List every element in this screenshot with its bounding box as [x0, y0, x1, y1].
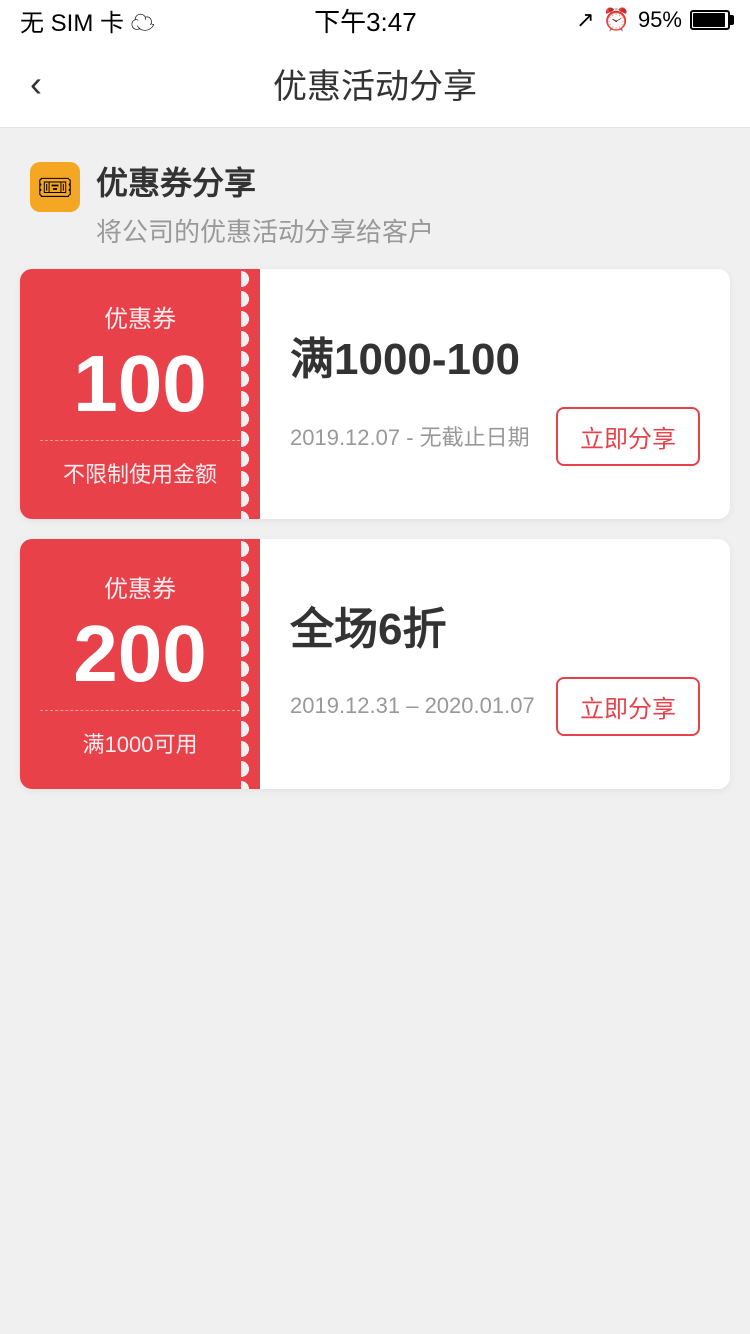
- share-button-1[interactable]: 立即分享: [556, 407, 700, 466]
- coupon-left-2: 优惠券 200 满1000可用: [20, 539, 260, 789]
- section-text: 优惠券分享 将公司的优惠活动分享给客户: [96, 158, 434, 249]
- coupon-label-2: 优惠券: [104, 569, 176, 604]
- coupon-name-2: 全场6折: [290, 593, 700, 657]
- status-bar: 无 SIM 卡 ☁ 下午3:47 ↗ ⏰ 95%: [0, 0, 750, 40]
- section-subtitle: 将公司的优惠活动分享给客户: [96, 212, 434, 249]
- coupon-left-1: 优惠券 100 不限制使用金额: [20, 269, 260, 519]
- status-left: 无 SIM 卡 ☁: [20, 3, 155, 38]
- coupon-meta-2: 2019.12.31 – 2020.01.07 立即分享: [290, 677, 700, 736]
- coupon-date-2: 2019.12.31 – 2020.01.07: [290, 693, 535, 719]
- nav-bar: ‹ 优惠活动分享: [0, 40, 750, 128]
- share-button-2[interactable]: 立即分享: [556, 677, 700, 736]
- page-title: 优惠活动分享: [273, 59, 477, 108]
- location-icon: ↗: [576, 7, 594, 33]
- status-time: 下午3:47: [314, 2, 417, 39]
- coupon-condition-1: 不限制使用金额: [63, 457, 217, 489]
- battery-icon: [690, 10, 730, 30]
- alarm-icon: ⏰: [603, 7, 630, 33]
- coupon-card-2: 优惠券 200 满1000可用 全场6折 2019.12.31 – 2020.0…: [20, 539, 730, 789]
- status-right: ↗ ⏰ 95%: [576, 7, 730, 33]
- coupon-divider-2: [40, 710, 240, 711]
- section-title: 优惠券分享: [96, 158, 434, 204]
- coupon-list: 优惠券 100 不限制使用金额 满1000-100 2019.12.07 - 无…: [0, 269, 750, 789]
- bottom-area: [0, 809, 750, 1309]
- coupon-amount-2: 200: [73, 614, 206, 694]
- sim-status: 无 SIM 卡 ☁: [20, 3, 155, 38]
- coupon-right-1: 满1000-100 2019.12.07 - 无截止日期 立即分享: [260, 269, 730, 519]
- coupon-label-1: 优惠券: [104, 299, 176, 334]
- coupon-name-1: 满1000-100: [290, 323, 700, 387]
- section-header: 🎟 优惠券分享 将公司的优惠活动分享给客户: [0, 128, 750, 269]
- coupon-divider-1: [40, 440, 240, 441]
- coupon-date-1: 2019.12.07 - 无截止日期: [290, 420, 530, 452]
- coupon-card-1: 优惠券 100 不限制使用金额 满1000-100 2019.12.07 - 无…: [20, 269, 730, 519]
- coupon-condition-2: 满1000可用: [83, 727, 198, 759]
- battery-percent: 95%: [638, 7, 682, 33]
- coupon-right-2: 全场6折 2019.12.31 – 2020.01.07 立即分享: [260, 539, 730, 789]
- back-button[interactable]: ‹: [30, 63, 42, 105]
- coupon-meta-1: 2019.12.07 - 无截止日期 立即分享: [290, 407, 700, 466]
- coupon-icon: 🎟: [30, 162, 80, 212]
- coupon-amount-1: 100: [73, 344, 206, 424]
